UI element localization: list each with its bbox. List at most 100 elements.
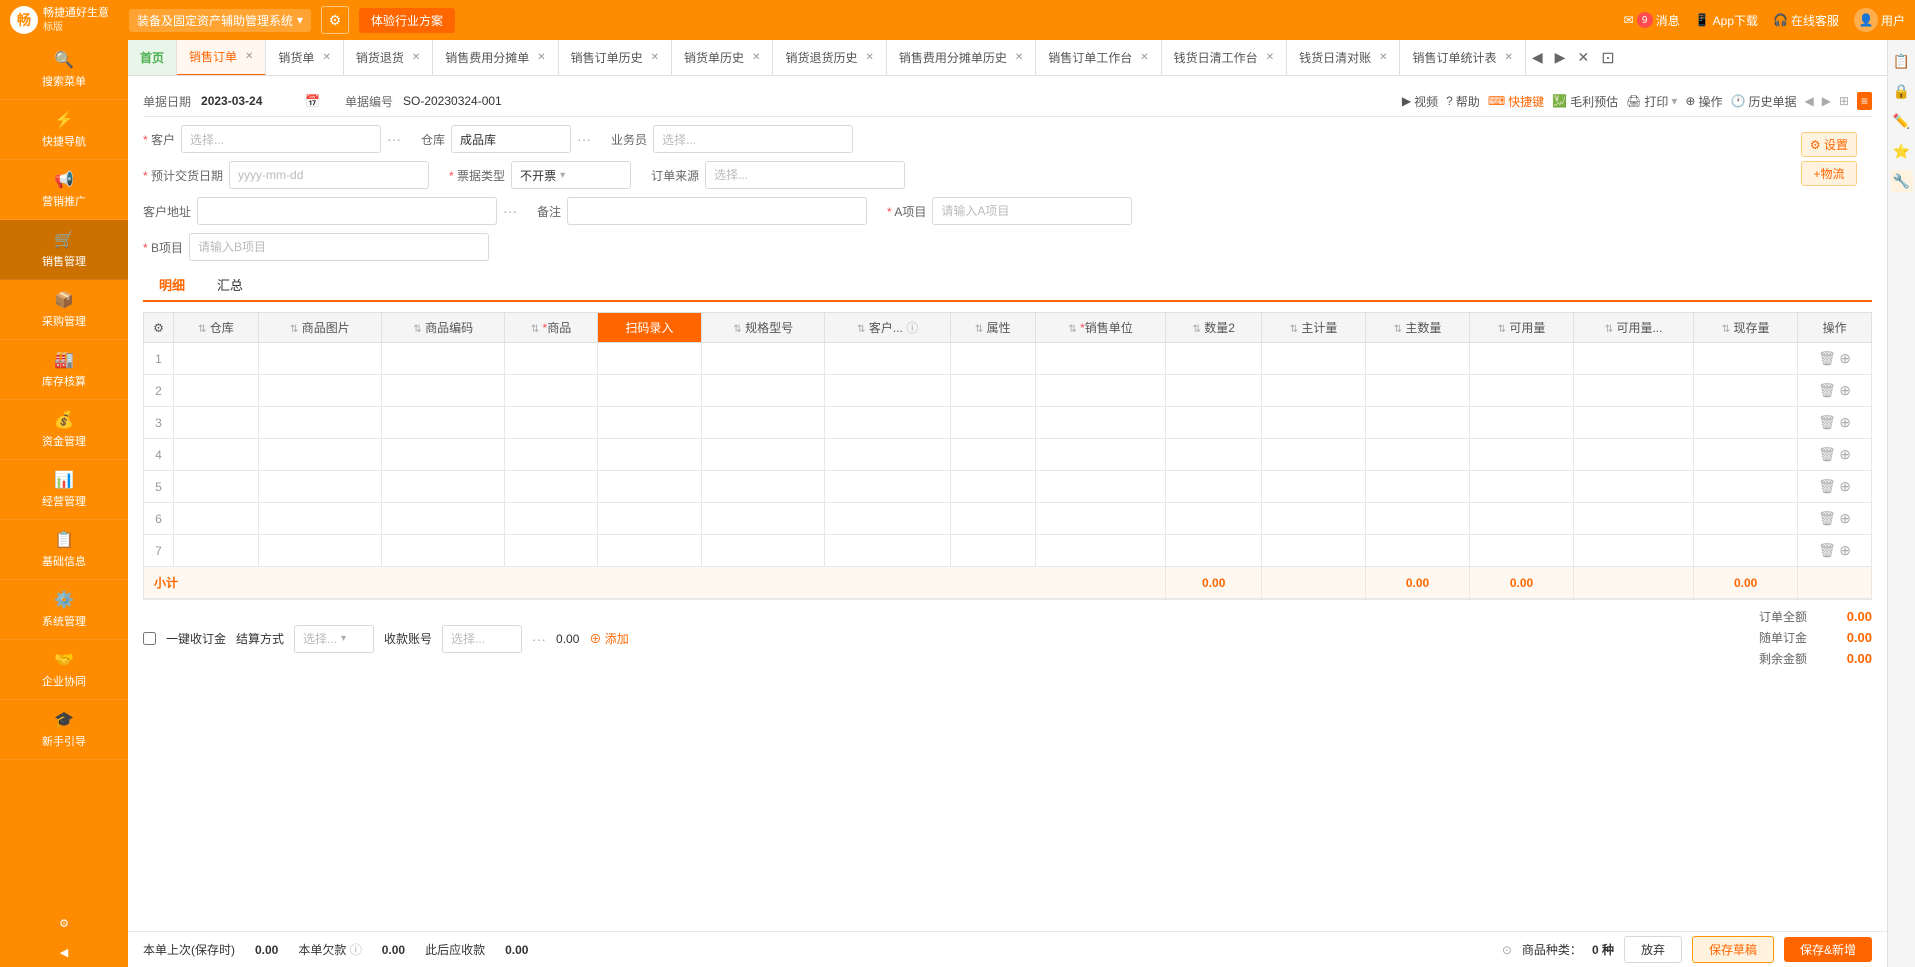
row-data-cell[interactable] bbox=[950, 471, 1035, 503]
row-data-cell[interactable] bbox=[1166, 343, 1261, 375]
copy-row-icon[interactable]: ⊕ bbox=[1839, 446, 1851, 462]
row-data-cell[interactable] bbox=[1365, 439, 1469, 471]
row-data-cell[interactable] bbox=[1574, 535, 1694, 567]
right-panel-icon-4[interactable]: ⭐ bbox=[1891, 140, 1913, 162]
view-btn[interactable]: ▶ 视频 bbox=[1402, 93, 1438, 110]
tab-summary[interactable]: 汇总 bbox=[201, 269, 259, 300]
customer-more-btn[interactable]: ··· bbox=[387, 131, 401, 147]
delete-row-icon[interactable]: 🗑 bbox=[1818, 478, 1836, 494]
message-btn[interactable]: ✉ 9 消息 bbox=[1624, 12, 1680, 29]
row-data-cell[interactable] bbox=[258, 375, 381, 407]
row-data-cell[interactable] bbox=[1470, 375, 1574, 407]
row-data-cell[interactable] bbox=[1574, 343, 1694, 375]
row-data-cell[interactable] bbox=[505, 343, 597, 375]
row-data-cell[interactable] bbox=[1166, 503, 1261, 535]
row-data-cell[interactable] bbox=[597, 407, 701, 439]
row-data-cell[interactable] bbox=[1166, 535, 1261, 567]
sidebar-item-inventory[interactable]: 🏭 库存核算 bbox=[0, 340, 128, 400]
save-draft-button[interactable]: 保存草稿 bbox=[1692, 936, 1774, 963]
row-data-cell[interactable] bbox=[258, 471, 381, 503]
row-data-cell[interactable] bbox=[950, 375, 1035, 407]
sort-icon[interactable]: ⇅ bbox=[857, 324, 865, 335]
row-data-cell[interactable] bbox=[1694, 439, 1798, 471]
sidebar-item-finance[interactable]: 💰 资金管理 bbox=[0, 400, 128, 460]
row-data-cell[interactable] bbox=[825, 375, 951, 407]
row-data-cell[interactable] bbox=[1035, 343, 1166, 375]
row-data-cell[interactable] bbox=[1574, 439, 1694, 471]
tab-detail[interactable]: 明细 bbox=[143, 269, 201, 302]
row-data-cell[interactable] bbox=[597, 375, 701, 407]
row-data-cell[interactable] bbox=[505, 503, 597, 535]
row-data-cell[interactable] bbox=[1574, 407, 1694, 439]
account-more-btn[interactable]: ··· bbox=[532, 631, 546, 647]
delete-row-icon[interactable]: 🗑 bbox=[1818, 350, 1836, 366]
row-data-cell[interactable] bbox=[1574, 471, 1694, 503]
tab-return-history[interactable]: 销货退货历史 ✕ bbox=[773, 40, 886, 76]
row-data-cell[interactable] bbox=[825, 343, 951, 375]
tab-order-workbench[interactable]: 销售订单工作台 ✕ bbox=[1036, 40, 1161, 76]
nav-prev-icon[interactable]: ◀ bbox=[1804, 94, 1813, 108]
right-panel-icon-2[interactable]: 🔒 bbox=[1891, 80, 1913, 102]
warehouse-more-btn[interactable]: ··· bbox=[577, 131, 591, 147]
row-data-cell[interactable] bbox=[950, 439, 1035, 471]
invoice-select[interactable]: 不开票 ▾ bbox=[511, 161, 631, 189]
tab-sales-order-history[interactable]: 销售订单历史 ✕ bbox=[559, 40, 672, 76]
row-data-cell[interactable] bbox=[1261, 407, 1365, 439]
print-btn[interactable]: 🖨 打印 ▾ bbox=[1626, 93, 1677, 110]
row-data-cell[interactable] bbox=[702, 503, 825, 535]
row-data-cell[interactable] bbox=[597, 471, 701, 503]
row-data-cell[interactable] bbox=[1261, 439, 1365, 471]
row-data-cell[interactable] bbox=[1694, 407, 1798, 439]
row-data-cell[interactable] bbox=[258, 503, 381, 535]
right-panel-icon-3[interactable]: ✏️ bbox=[1891, 110, 1913, 132]
sidebar-item-quicknav[interactable]: ⚡ 快捷导航 bbox=[0, 100, 128, 160]
shortcut-btn[interactable]: ⌨ 快捷键 bbox=[1488, 93, 1544, 110]
tab-close-icon[interactable]: ✕ bbox=[1379, 52, 1387, 63]
right-panel-icon-5[interactable]: 🔧 bbox=[1891, 170, 1913, 192]
warehouse-input[interactable]: 成品库 bbox=[451, 125, 571, 153]
tab-close-icon[interactable]: ✕ bbox=[865, 52, 873, 63]
row-data-cell[interactable] bbox=[1470, 407, 1574, 439]
address-input[interactable] bbox=[197, 197, 497, 225]
add-payment-btn[interactable]: ⊕ 添加 bbox=[589, 630, 628, 647]
right-panel-icon-1[interactable]: 📋 bbox=[1891, 50, 1913, 72]
row-data-cell[interactable] bbox=[825, 407, 951, 439]
tab-prev-btn[interactable]: ◀ bbox=[1526, 40, 1549, 76]
row-data-cell[interactable] bbox=[382, 343, 505, 375]
tab-sales-slip-history[interactable]: 销货单历史 ✕ bbox=[672, 40, 773, 76]
row-data-cell[interactable] bbox=[382, 535, 505, 567]
row-data-cell[interactable] bbox=[258, 343, 381, 375]
scan-btn[interactable]: 扫码录入 bbox=[598, 313, 701, 342]
row-data-cell[interactable] bbox=[597, 343, 701, 375]
tab-sales-stats[interactable]: 销售订单统计表 ✕ bbox=[1400, 40, 1525, 76]
sort-icon[interactable]: ⇅ bbox=[1068, 324, 1076, 335]
row-data-cell[interactable] bbox=[1166, 471, 1261, 503]
tab-daily-reconcile[interactable]: 钱货日清对账 ✕ bbox=[1287, 40, 1400, 76]
profit-btn[interactable]: 💹 毛利预估 bbox=[1552, 93, 1618, 110]
row-data-cell[interactable] bbox=[382, 407, 505, 439]
copy-row-icon[interactable]: ⊕ bbox=[1839, 510, 1851, 526]
row-data-cell[interactable] bbox=[1694, 375, 1798, 407]
copy-row-icon[interactable]: ⊕ bbox=[1839, 542, 1851, 558]
tab-expand-btn[interactable]: ⊡ bbox=[1595, 40, 1620, 76]
tab-close-icon[interactable]: ✕ bbox=[322, 52, 330, 63]
row-data-cell[interactable] bbox=[1694, 503, 1798, 535]
row-data-cell[interactable] bbox=[174, 343, 259, 375]
sort-icon[interactable]: ⇅ bbox=[1290, 324, 1298, 335]
row-data-cell[interactable] bbox=[174, 439, 259, 471]
online-service-btn[interactable]: 🎧 在线客服 bbox=[1773, 12, 1839, 29]
nav-next-icon[interactable]: ▶ bbox=[1822, 94, 1831, 108]
help-btn[interactable]: ? 帮助 bbox=[1446, 93, 1480, 110]
action-btn[interactable]: ⊕ 操作 bbox=[1685, 93, 1722, 110]
row-data-cell[interactable] bbox=[505, 375, 597, 407]
tab-close-icon[interactable]: ✕ bbox=[1015, 52, 1023, 63]
row-data-cell[interactable] bbox=[702, 535, 825, 567]
history-btn[interactable]: 🕐 历史单据 bbox=[1730, 93, 1796, 110]
sort-icon[interactable]: ⇅ bbox=[198, 324, 206, 335]
row-data-cell[interactable] bbox=[1365, 407, 1469, 439]
row-data-cell[interactable] bbox=[1470, 439, 1574, 471]
tab-next-btn[interactable]: ▶ bbox=[1549, 40, 1572, 76]
row-data-cell[interactable] bbox=[1365, 535, 1469, 567]
tab-close-icon[interactable]: ✕ bbox=[412, 52, 420, 63]
sort-icon[interactable]: ⇅ bbox=[1605, 324, 1613, 335]
